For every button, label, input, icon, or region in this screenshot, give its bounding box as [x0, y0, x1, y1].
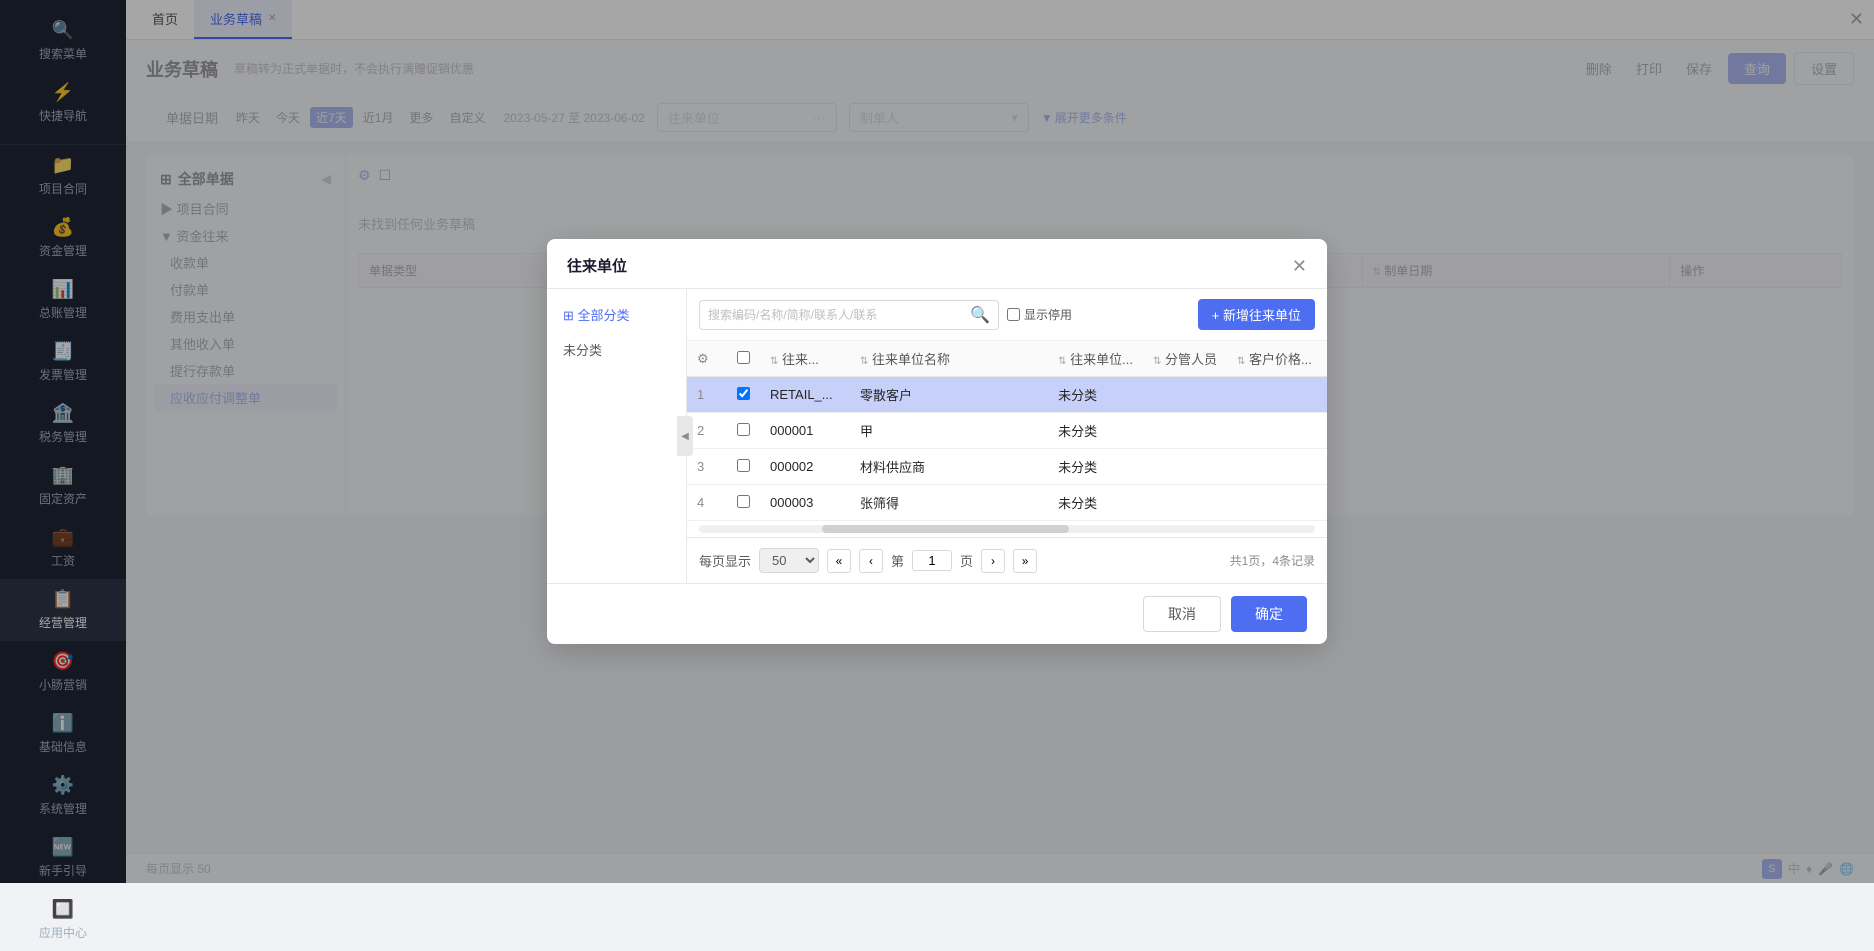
cell-price [1227, 413, 1327, 449]
cell-check[interactable] [727, 377, 760, 413]
cell-person [1143, 485, 1227, 521]
cell-code: 000002 [760, 449, 850, 485]
select-all-checkbox[interactable] [737, 351, 750, 364]
page-total: 共1页，4条记录 [1230, 552, 1315, 569]
sidebar-item-appcenter[interactable]: 🔲 应用中心 [0, 889, 126, 951]
cell-category: 未分类 [1048, 413, 1143, 449]
modal-sidebar-uncategorized[interactable]: 未分类 [547, 332, 686, 367]
cell-person [1143, 449, 1227, 485]
th-code: ⇅ 往来... [760, 341, 850, 377]
cell-check[interactable] [727, 449, 760, 485]
modal-title: 往来单位 [567, 255, 627, 276]
cell-name: 甲 [850, 413, 1048, 449]
row-checkbox[interactable] [737, 495, 750, 508]
search-input-wrap: 🔍 [699, 300, 999, 330]
appcenter-icon: 🔲 [52, 899, 74, 920]
modal-table: ⚙ ⇅ 往来... ⇅ 往来单位名称 [687, 341, 1327, 521]
modal-main: 🔍 显示停用 + 新增往来单位 ⚙ [687, 289, 1327, 583]
unit-table: ⚙ ⇅ 往来... ⇅ 往来单位名称 [687, 341, 1327, 521]
search-icon: 🔍 [970, 305, 990, 325]
cell-no: 3 [687, 449, 727, 485]
cell-no: 1 [687, 377, 727, 413]
table-row[interactable]: 3 000002 材料供应商 未分类 [687, 449, 1327, 485]
cell-price [1227, 449, 1327, 485]
horizontal-scrollbar[interactable] [699, 525, 1315, 533]
cell-code: RETAIL_... [760, 377, 850, 413]
cell-name: 材料供应商 [850, 449, 1048, 485]
modal-overlay: 往来单位 ✕ ⊞ 全部分类 未分类 ◀ [0, 0, 1874, 883]
scrollbar-thumb [822, 525, 1068, 533]
show-disabled-label[interactable]: 显示停用 [1007, 306, 1072, 323]
modal-body: ⊞ 全部分类 未分类 ◀ 🔍 显示停用 [547, 289, 1327, 583]
modal-close-button[interactable]: ✕ [1292, 257, 1307, 275]
modal-sidebar: ⊞ 全部分类 未分类 ◀ [547, 289, 687, 583]
cell-no: 2 [687, 413, 727, 449]
page-input[interactable] [912, 550, 952, 571]
sidebar-item-label: 应用中心 [39, 924, 87, 941]
cell-name: 张筛得 [850, 485, 1048, 521]
cell-code: 000001 [760, 413, 850, 449]
row-checkbox[interactable] [737, 387, 750, 400]
cell-person [1143, 413, 1227, 449]
search-input[interactable] [708, 308, 970, 322]
prev-page-btn[interactable]: ‹ [859, 549, 883, 573]
cell-name: 零散客户 [850, 377, 1048, 413]
page-label: 页 [960, 551, 973, 570]
modal-sidebar-all[interactable]: ⊞ 全部分类 [547, 297, 686, 332]
modal-header: 往来单位 ✕ [547, 239, 1327, 289]
modal-sidebar-collapse-btn[interactable]: ◀ [677, 416, 693, 456]
cell-code: 000003 [760, 485, 850, 521]
th-check [727, 341, 760, 377]
th-price: ⇅ 客户价格... [1227, 341, 1327, 377]
cell-no: 4 [687, 485, 727, 521]
cell-category: 未分类 [1048, 449, 1143, 485]
th-no: ⚙ [687, 341, 727, 377]
modal: 往来单位 ✕ ⊞ 全部分类 未分类 ◀ [547, 239, 1327, 644]
cell-category: 未分类 [1048, 485, 1143, 521]
next-page-btn[interactable]: › [981, 549, 1005, 573]
last-page-btn[interactable]: » [1013, 549, 1037, 573]
cell-person [1143, 377, 1227, 413]
cell-category: 未分类 [1048, 377, 1143, 413]
page-size-select[interactable]: 50 20 100 [759, 548, 819, 573]
cell-check[interactable] [727, 413, 760, 449]
row-checkbox[interactable] [737, 459, 750, 472]
row-checkbox[interactable] [737, 423, 750, 436]
first-page-btn[interactable]: « [827, 549, 851, 573]
confirm-button[interactable]: 确定 [1231, 596, 1307, 632]
modal-pagination: 每页显示 50 20 100 « ‹ 第 页 › » 共1页，4条记录 [687, 537, 1327, 583]
modal-footer: 取消 确定 [547, 583, 1327, 644]
show-disabled-checkbox[interactable] [1007, 308, 1020, 321]
table-row[interactable]: 4 000003 张筛得 未分类 [687, 485, 1327, 521]
cell-price [1227, 485, 1327, 521]
page-of-label: 第 [891, 551, 904, 570]
th-name: ⇅ 往来单位名称 [850, 341, 1048, 377]
cell-price [1227, 377, 1327, 413]
th-person: ⇅ 分管人员 [1143, 341, 1227, 377]
add-unit-button[interactable]: + 新增往来单位 [1198, 299, 1315, 330]
table-row[interactable]: 1 RETAIL_... 零散客户 未分类 [687, 377, 1327, 413]
table-row[interactable]: 2 000001 甲 未分类 [687, 413, 1327, 449]
modal-toolbar: 🔍 显示停用 + 新增往来单位 [687, 289, 1327, 341]
cancel-button[interactable]: 取消 [1143, 596, 1221, 632]
page-size-label: 每页显示 [699, 551, 751, 570]
gear-icon[interactable]: ⚙ [697, 351, 709, 366]
cell-check[interactable] [727, 485, 760, 521]
th-category: ⇅ 往来单位... [1048, 341, 1143, 377]
grid-icon: ⊞ [563, 308, 578, 323]
